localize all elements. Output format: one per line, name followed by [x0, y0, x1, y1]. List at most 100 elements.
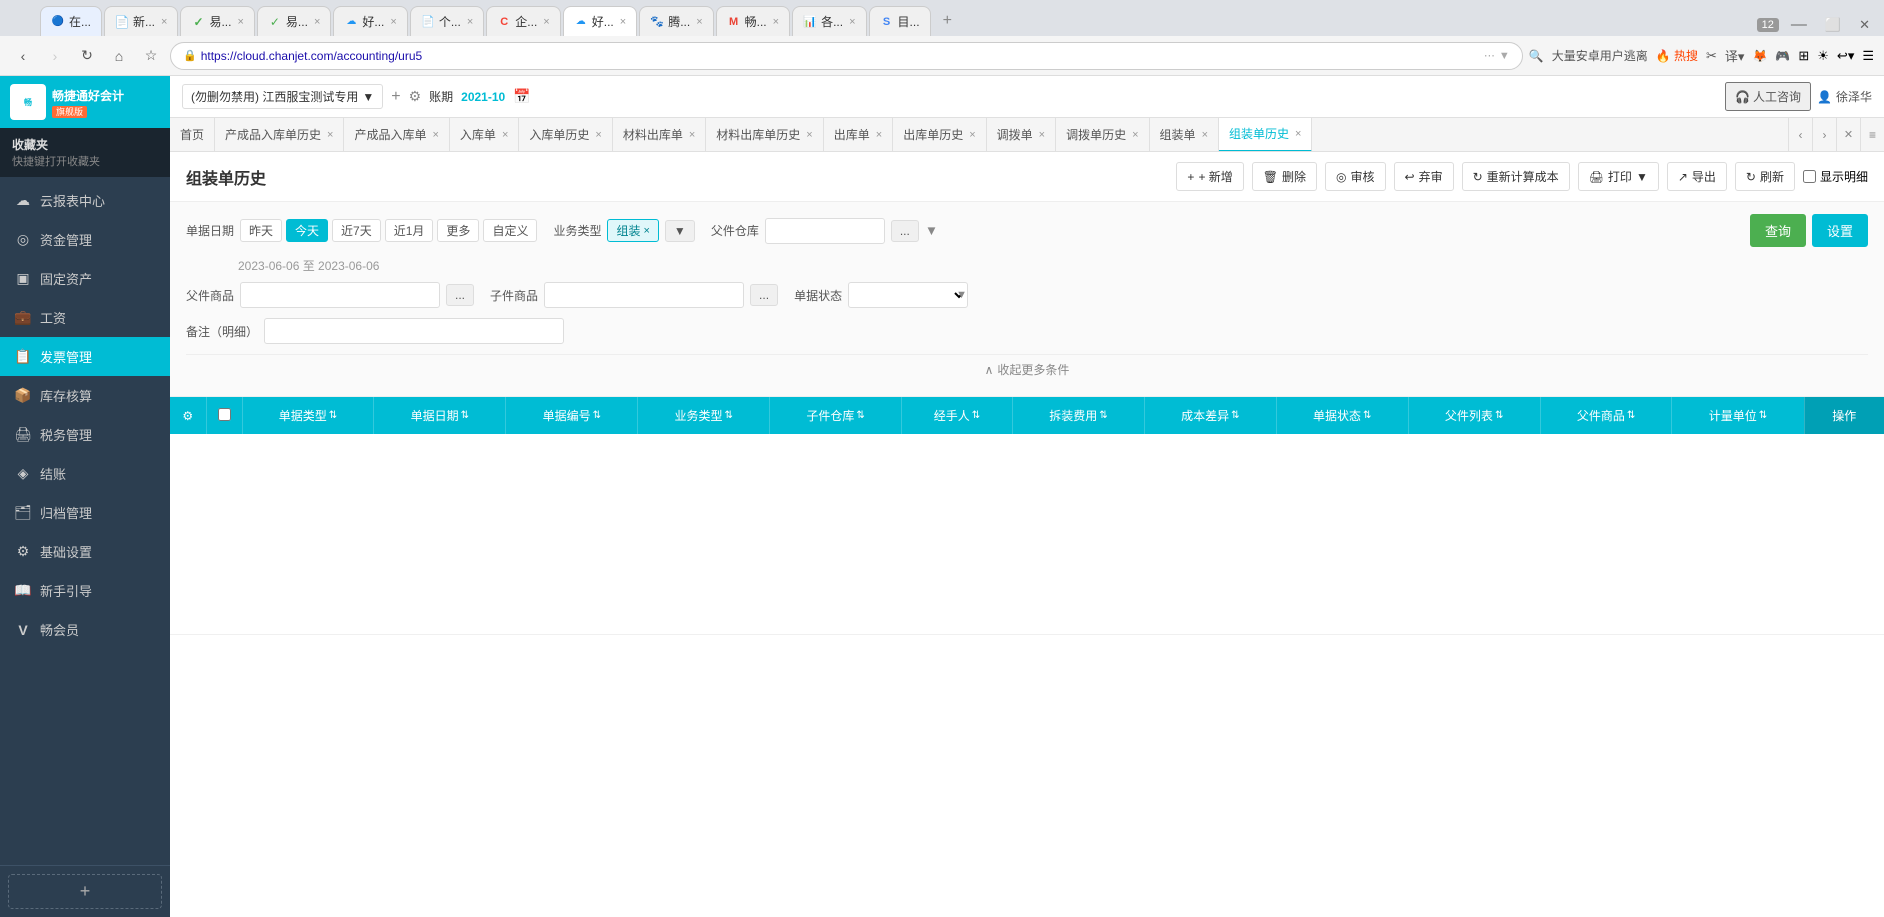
tab-out-history[interactable]: 出库单历史 ×: [893, 118, 986, 152]
hot-search[interactable]: 🔥 热搜: [1656, 47, 1698, 64]
tab-material-out-history[interactable]: 材料出库单历史 ×: [706, 118, 823, 152]
parent-goods-more-btn[interactable]: ...: [446, 284, 474, 306]
tab-allocation[interactable]: 调拨单 ×: [987, 118, 1056, 152]
tab-assembly-history[interactable]: 组装单历史 ×: [1219, 118, 1312, 152]
browser-tab-12[interactable]: S 目...: [869, 6, 931, 36]
tab-close-allocation[interactable]: ×: [1039, 129, 1045, 141]
sidebar-item-fixed-assets[interactable]: ▣ 固定资产: [0, 259, 170, 298]
browser-tab-new[interactable]: +: [933, 6, 962, 36]
browser-tab-7[interactable]: C 企... ×: [486, 6, 560, 36]
tab-production-in-history[interactable]: 产成品入库单历史 ×: [215, 118, 344, 152]
notes-input[interactable]: [264, 318, 564, 344]
browser-tab-11[interactable]: 📊 各... ×: [792, 6, 866, 36]
date-btn-today[interactable]: 今天: [286, 219, 328, 242]
tab-home[interactable]: 首页: [170, 118, 215, 152]
tab-close-material-out-history[interactable]: ×: [806, 129, 812, 141]
tab-close-out-history[interactable]: ×: [969, 129, 975, 141]
parent-warehouse-input[interactable]: [765, 218, 885, 244]
date-btn-yesterday[interactable]: 昨天: [240, 219, 282, 242]
browser-tab-3[interactable]: ✓ 易... ×: [180, 6, 254, 36]
refresh-button[interactable]: ↻ 刷新: [1735, 162, 1795, 191]
tab-more-options[interactable]: ≡: [1860, 118, 1884, 152]
recalculate-button[interactable]: ↻ 重新计算成本: [1462, 162, 1570, 191]
browser-tab-5[interactable]: ☁ 好... ×: [333, 6, 407, 36]
tab-production-in[interactable]: 产成品入库单 ×: [344, 118, 449, 152]
tab-close-production-in[interactable]: ×: [432, 129, 438, 141]
help-button[interactable]: 🎧 人工咨询: [1725, 82, 1811, 111]
business-dropdown-btn[interactable]: ▼: [665, 220, 695, 242]
toolbar-menu[interactable]: ☰: [1862, 48, 1874, 64]
unaudit-button[interactable]: ↩ 弃审: [1394, 162, 1454, 191]
tab-in-order[interactable]: 入库单 ×: [450, 118, 519, 152]
forward-button[interactable]: ›: [42, 43, 68, 69]
th-cost-diff[interactable]: 成本差异 ⇅: [1144, 397, 1276, 434]
select-all-checkbox[interactable]: [218, 408, 231, 421]
business-tag-remove[interactable]: ×: [643, 225, 649, 237]
tab-close-all[interactable]: ✕: [1836, 118, 1860, 152]
export-button[interactable]: ↗ 导出: [1667, 162, 1727, 191]
column-settings-icon[interactable]: ⚙: [182, 409, 193, 423]
browser-tab-8[interactable]: ☁ 好... ×: [563, 6, 637, 36]
th-settings[interactable]: ⚙: [170, 397, 206, 434]
tab-in-history[interactable]: 入库单历史 ×: [519, 118, 612, 152]
th-bill-date[interactable]: 单据日期 ⇅: [374, 397, 506, 434]
delete-button[interactable]: 🗑 删除: [1252, 162, 1317, 191]
sidebar-item-settings[interactable]: ⚙ 基础设置: [0, 532, 170, 571]
sidebar-item-settlement[interactable]: ◈ 结账: [0, 454, 170, 493]
tab-close-in-history[interactable]: ×: [595, 129, 601, 141]
browser-tab-4[interactable]: ✓ 易... ×: [257, 6, 331, 36]
sidebar-header[interactable]: 畅 畅捷通好会计 旗舰版: [0, 76, 170, 128]
bookmark-button[interactable]: ☆: [138, 43, 164, 69]
show-detail-checkbox[interactable]: [1803, 170, 1816, 183]
toolbar-grid[interactable]: ⊞: [1798, 48, 1809, 64]
sidebar-item-tax[interactable]: 🖨 税务管理: [0, 415, 170, 454]
parent-warehouse-dropdown-btn[interactable]: ▼: [925, 223, 938, 238]
tab-close-in-order[interactable]: ×: [502, 129, 508, 141]
home-button[interactable]: ⌂: [106, 43, 132, 69]
tab-prev-arrow[interactable]: ‹: [1788, 118, 1812, 152]
settings-company-button[interactable]: ⚙: [409, 88, 422, 105]
print-button[interactable]: 🖨 打印 ▼: [1578, 162, 1659, 191]
sidebar-item-guide[interactable]: 📖 新手引导: [0, 571, 170, 610]
toolbar-emoji[interactable]: 🦊: [1752, 49, 1767, 63]
th-unit[interactable]: 计量单位 ⇅: [1672, 397, 1804, 434]
parent-goods-input[interactable]: [240, 282, 440, 308]
add-button[interactable]: + + 新增: [1176, 162, 1243, 191]
company-select[interactable]: (勿删勿禁用) 江西服宝测试专用 ▼: [182, 84, 383, 109]
browser-tab-9[interactable]: 🐾 腾... ×: [639, 6, 713, 36]
period-calendar-icon[interactable]: 📅: [513, 88, 530, 105]
toolbar-translate[interactable]: 译▾: [1725, 46, 1745, 65]
window-close[interactable]: ✕: [1853, 15, 1876, 35]
order-status-select[interactable]: [848, 282, 968, 308]
sidebar-item-invoice[interactable]: 📋 发票管理: [0, 337, 170, 376]
sidebar-item-salary[interactable]: 💼 工资: [0, 298, 170, 337]
th-bill-type[interactable]: 单据类型 ⇅: [242, 397, 374, 434]
collapse-more-conditions[interactable]: ∧ 收起更多条件: [186, 354, 1868, 384]
th-dismantling-fee[interactable]: 拆装费用 ⇅: [1012, 397, 1144, 434]
th-bill-status[interactable]: 单据状态 ⇅: [1276, 397, 1408, 434]
th-business-type[interactable]: 业务类型 ⇅: [638, 397, 770, 434]
address-bar[interactable]: 🔒 https://cloud.chanjet.com/accounting/u…: [170, 42, 1523, 70]
child-goods-more-btn[interactable]: ...: [750, 284, 778, 306]
window-minimize[interactable]: —: [1785, 14, 1813, 36]
tab-out-order[interactable]: 出库单 ×: [824, 118, 893, 152]
query-button[interactable]: 查询: [1750, 214, 1806, 247]
settings-button[interactable]: 设置: [1812, 214, 1868, 247]
tab-assembly[interactable]: 组装单 ×: [1150, 118, 1219, 152]
child-goods-input[interactable]: [544, 282, 744, 308]
window-maximize[interactable]: ⬜: [1819, 15, 1847, 35]
th-child-warehouse[interactable]: 子件仓库 ⇅: [770, 397, 902, 434]
sidebar-item-fund[interactable]: ◎ 资金管理: [0, 220, 170, 259]
date-btn-custom[interactable]: 自定义: [483, 219, 537, 242]
add-company-button[interactable]: +: [391, 88, 400, 106]
tab-close-out-order[interactable]: ×: [876, 129, 882, 141]
tab-close-production-in-history[interactable]: ×: [327, 129, 333, 141]
audit-button[interactable]: ◎ 审核: [1325, 162, 1386, 191]
tab-material-out[interactable]: 材料出库单 ×: [613, 118, 706, 152]
toolbar-game[interactable]: 🎮: [1775, 49, 1790, 63]
date-btn-more[interactable]: 更多: [437, 219, 479, 242]
sidebar-item-member[interactable]: V 畅会员: [0, 610, 170, 649]
date-btn-1month[interactable]: 近1月: [385, 219, 434, 242]
parent-warehouse-more-btn[interactable]: ...: [891, 220, 919, 242]
th-handler[interactable]: 经手人 ⇅: [902, 397, 1013, 434]
